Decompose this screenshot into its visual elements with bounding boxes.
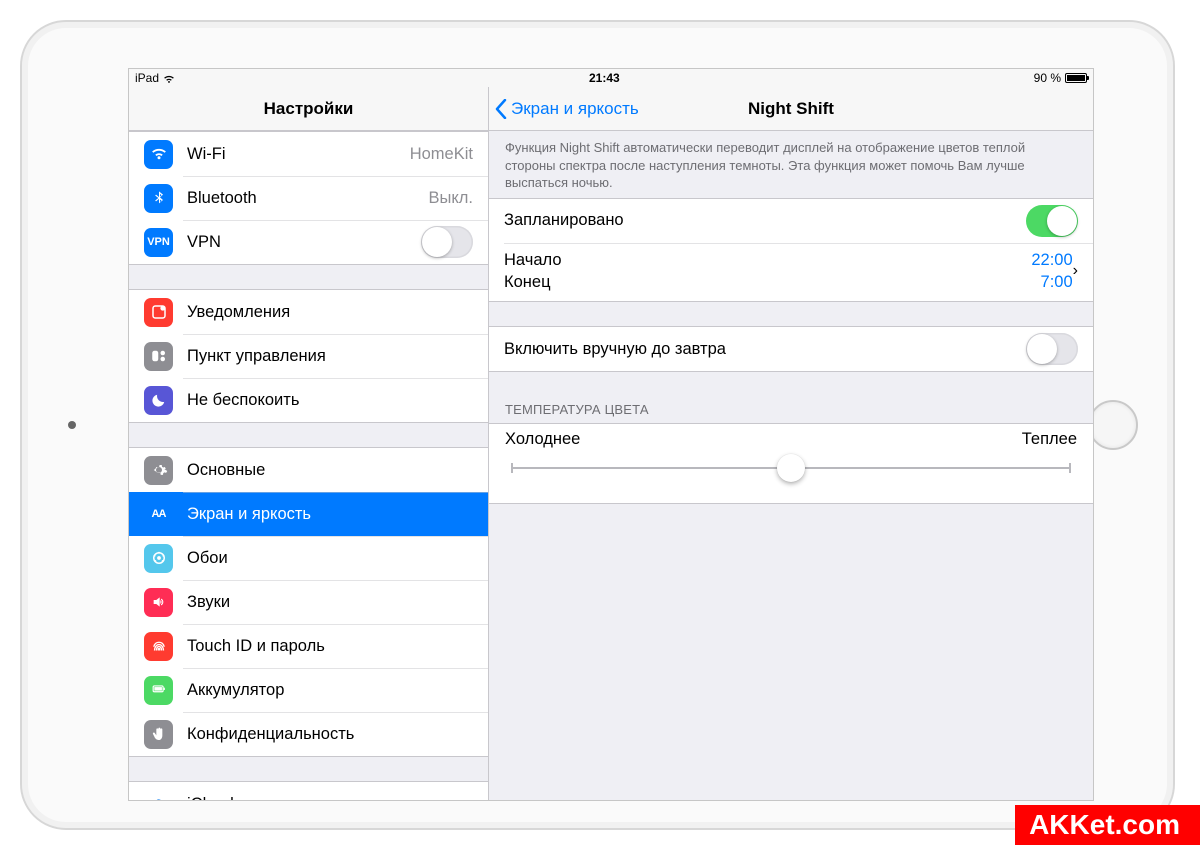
camera-dot — [68, 421, 76, 429]
cc-icon — [144, 342, 173, 371]
sidebar-item-label: Touch ID и пароль — [187, 637, 325, 656]
detail-title: Night Shift — [748, 99, 834, 119]
detail-navbar: Экран и яркость Night Shift — [489, 87, 1093, 131]
status-time: 21:43 — [175, 71, 1034, 85]
start-label: Начало — [504, 249, 562, 271]
sidebar-item-label: Пункт управления — [187, 347, 326, 366]
batt-icon — [144, 676, 173, 705]
sidebar-item-gear[interactable]: Основные — [129, 448, 488, 492]
wifi-icon — [144, 140, 173, 169]
sidebar-title: Настройки — [264, 99, 354, 119]
manual-group: Включить вручную до завтра — [489, 326, 1093, 372]
cloud-icon — [144, 790, 173, 801]
chevron-right-icon: › — [1073, 262, 1078, 280]
end-value: 7:00 — [1041, 271, 1073, 293]
sidebar-item-label: Bluetooth — [187, 189, 257, 208]
sidebar-item-batt[interactable]: Аккумулятор — [129, 668, 488, 712]
sidebar-item-display[interactable]: AA Экран и яркость — [129, 492, 488, 536]
screen: iPad 21:43 90 % Настройки Wi-Fi HomeKit Bl… — [128, 68, 1094, 801]
hand-icon — [144, 720, 173, 749]
sidebar-item-label: Аккумулятор — [187, 681, 284, 700]
color-temp-slider[interactable] — [505, 453, 1077, 483]
warm-label: Теплее — [1022, 430, 1077, 449]
sidebar-item-wall[interactable]: Обои — [129, 536, 488, 580]
manual-toggle[interactable] — [1026, 333, 1078, 365]
scheduled-label: Запланировано — [504, 211, 624, 230]
end-label: Конец — [504, 271, 562, 293]
sidebar-item-bt[interactable]: Bluetooth Выкл. — [129, 176, 488, 220]
sidebar-item-sound[interactable]: Звуки — [129, 580, 488, 624]
sidebar-item-vpn[interactable]: VPN VPN — [129, 220, 488, 264]
sidebar-item-value: HomeKit — [410, 145, 473, 164]
sidebar-item-hand[interactable]: Конфиденциальность — [129, 712, 488, 756]
scheduled-row[interactable]: Запланировано — [489, 199, 1093, 243]
sidebar-item-dnd[interactable]: Не беспокоить — [129, 378, 488, 422]
sidebar-navbar: Настройки — [129, 87, 488, 131]
sidebar-item-cloud[interactable]: iCloud — [129, 782, 488, 800]
settings-sidebar: Настройки Wi-FiHomeKitBluetoothВыкл.VPNV… — [129, 87, 489, 800]
ipad-frame: iPad 21:43 90 % Настройки Wi-Fi HomeKit Bl… — [20, 20, 1175, 830]
display-icon: AA — [144, 500, 173, 529]
detail-pane: Экран и яркость Night Shift Функция Nigh… — [489, 87, 1093, 800]
sidebar-item-label: Основные — [187, 461, 265, 480]
manual-row[interactable]: Включить вручную до завтра — [489, 327, 1093, 371]
gear-icon — [144, 456, 173, 485]
back-button[interactable]: Экран и яркость — [495, 87, 639, 130]
vpn-icon: VPN — [144, 228, 173, 257]
color-temp-group: Холоднее Теплее — [489, 423, 1093, 504]
detail-body[interactable]: Функция Night Shift автоматически перево… — [489, 131, 1093, 800]
sidebar-item-label: Уведомления — [187, 303, 290, 322]
wifi-icon — [163, 73, 175, 83]
sidebar-item-notif[interactable]: Уведомления — [129, 290, 488, 334]
sidebar-item-label: Конфиденциальность — [187, 725, 354, 744]
sidebar-item-wifi[interactable]: Wi-Fi HomeKit — [129, 132, 488, 176]
sidebar-item-label: VPN — [187, 233, 221, 252]
start-value: 22:00 — [1031, 249, 1072, 271]
back-label: Экран и яркость — [511, 99, 639, 119]
sidebar-scroll[interactable]: Wi-Fi HomeKit Bluetooth Выкл. VPN VPN Уведомле… — [129, 131, 488, 800]
device-label: iPad — [135, 71, 159, 85]
cold-label: Холоднее — [505, 430, 580, 449]
home-button[interactable] — [1088, 400, 1138, 450]
watermark: AKKet.com — [1015, 805, 1200, 845]
battery-icon — [1065, 73, 1087, 83]
sidebar-toggle[interactable] — [421, 226, 473, 258]
battery-percentage: 90 % — [1034, 71, 1061, 85]
touch-icon — [144, 632, 173, 661]
schedule-time-row[interactable]: Начало Конец 22:00 7:00 › — [489, 243, 1093, 302]
dnd-icon — [144, 386, 173, 415]
sound-icon — [144, 588, 173, 617]
night-shift-description: Функция Night Shift автоматически перево… — [489, 131, 1093, 198]
sidebar-item-label: Не беспокоить — [187, 391, 299, 410]
manual-label: Включить вручную до завтра — [504, 340, 726, 359]
sidebar-item-label: Обои — [187, 549, 228, 568]
color-temp-header: Температура цвета — [489, 396, 1093, 423]
sidebar-item-label: Экран и яркость — [187, 505, 311, 524]
scheduled-toggle[interactable] — [1026, 205, 1078, 237]
sidebar-item-touch[interactable]: Touch ID и пароль — [129, 624, 488, 668]
schedule-group: Запланировано Начало Конец 22:00 7:00 — [489, 198, 1093, 303]
sidebar-item-label: iCloud — [187, 795, 234, 801]
wall-icon — [144, 544, 173, 573]
bt-icon — [144, 184, 173, 213]
sidebar-item-cc[interactable]: Пункт управления — [129, 334, 488, 378]
sidebar-item-label: Звуки — [187, 593, 230, 612]
status-bar: iPad 21:43 90 % — [129, 69, 1093, 87]
sidebar-item-label: Wi-Fi — [187, 145, 225, 164]
sidebar-item-value: Выкл. — [429, 189, 473, 208]
notif-icon — [144, 298, 173, 327]
